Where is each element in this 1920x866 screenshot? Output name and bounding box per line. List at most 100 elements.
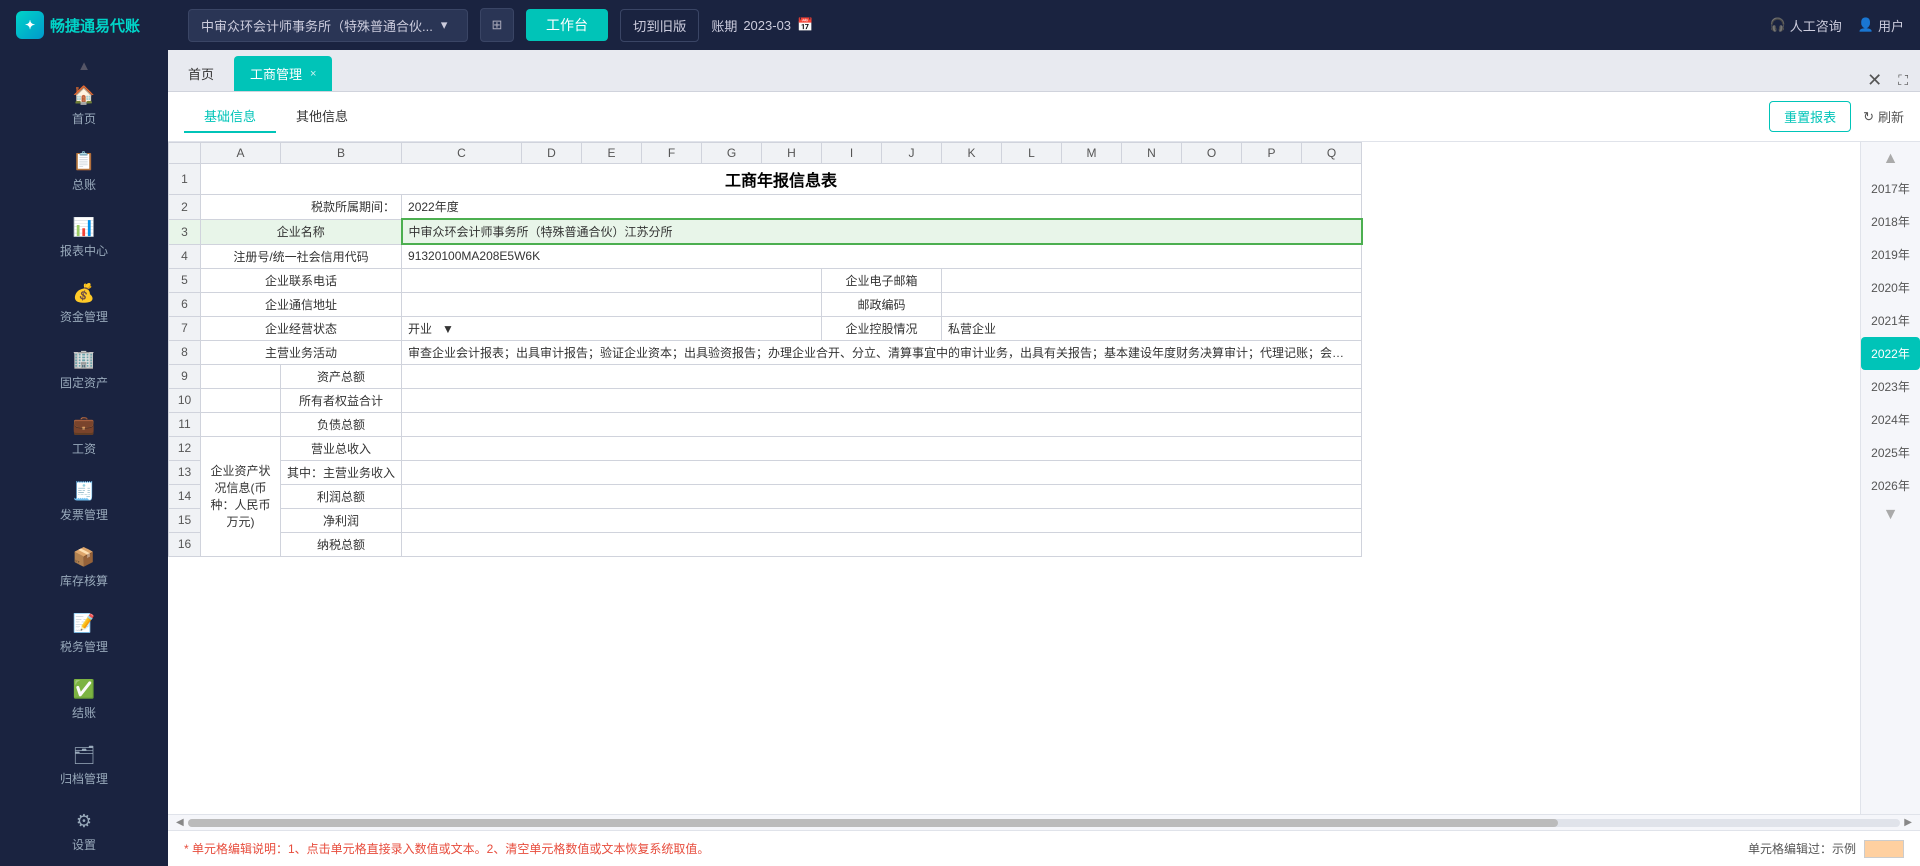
- toolbar: 基础信息 其他信息 重置报表 ↻ 刷新: [168, 92, 1920, 142]
- close-window-icon[interactable]: ✕: [1867, 70, 1882, 91]
- total-revenue-value[interactable]: [402, 436, 1362, 460]
- col-header-b: B: [281, 143, 402, 164]
- year-2025[interactable]: 2025年: [1861, 436, 1920, 469]
- row-num-12: 12: [169, 436, 201, 460]
- company-selector[interactable]: 中审众环会计师事务所（特殊普通合伙... ▾: [188, 9, 468, 42]
- year-2018[interactable]: 2018年: [1861, 205, 1920, 238]
- postal-value[interactable]: [942, 292, 1362, 316]
- owners-equity-value[interactable]: [402, 388, 1362, 412]
- home-icon: 🏠: [73, 85, 95, 106]
- table-row: 12 企业资产状况信息(币种：人民币万元) 营业总收入: [169, 436, 1362, 460]
- tab-other-info[interactable]: 其他信息: [276, 100, 368, 133]
- sidebar-item-invoice[interactable]: 🧾 发票管理: [0, 469, 168, 535]
- sidebar-item-close[interactable]: ✅ 结账: [0, 667, 168, 733]
- year-2026[interactable]: 2026年: [1861, 469, 1920, 502]
- tax-period-value[interactable]: 2022年度: [402, 195, 1362, 220]
- col-header-c: C: [402, 143, 522, 164]
- reset-report-button[interactable]: 重置报表: [1769, 101, 1851, 132]
- workbench-button[interactable]: 工作台: [526, 9, 608, 41]
- table-row: 13 其中：主营业务收入: [169, 460, 1362, 484]
- company-name-value[interactable]: 中审众环会计师事务所（特殊普通合伙）江苏分所: [402, 219, 1362, 244]
- sidebar-item-assets[interactable]: 🏢 固定资产: [0, 337, 168, 403]
- horizontal-scrollbar[interactable]: ◀ ▶: [168, 814, 1920, 830]
- sidebar-item-home[interactable]: 🏠 首页: [0, 73, 168, 139]
- sidebar-item-ledger[interactable]: 📋 总账: [0, 139, 168, 205]
- col-header-e: E: [582, 143, 642, 164]
- sidebar-label-close: 结账: [72, 704, 96, 721]
- tax-period-label: 税款所属期间：: [201, 195, 402, 220]
- sidebar-item-settings[interactable]: ⚙ 设置: [0, 799, 168, 865]
- phone-value[interactable]: [402, 268, 822, 292]
- tab-basic-info[interactable]: 基础信息: [184, 100, 276, 133]
- year-2023[interactable]: 2023年: [1861, 370, 1920, 403]
- sidebar-item-archive[interactable]: 🗂 归档管理: [0, 733, 168, 799]
- row-num-16: 16: [169, 532, 201, 556]
- year-2024[interactable]: 2024年: [1861, 403, 1920, 436]
- assets-icon: 🏢: [73, 349, 95, 370]
- sidebar-item-reports[interactable]: 📊 报表中心: [0, 205, 168, 271]
- scroll-left-arrow[interactable]: ◀: [172, 817, 188, 828]
- period-info: 账期 2023-03 📅: [711, 16, 813, 35]
- year-2021[interactable]: 2021年: [1861, 304, 1920, 337]
- biz-status-value[interactable]: 开业 ▼: [402, 316, 822, 340]
- year-2017[interactable]: 2017年: [1861, 172, 1920, 205]
- period-value: 2023-03: [743, 18, 791, 33]
- equity-value[interactable]: 私营企业: [942, 316, 1362, 340]
- spreadsheet-wrapper: A B C D E F G H I J K L M: [168, 142, 1920, 814]
- sidebar-scroll-up[interactable]: ▲: [0, 58, 168, 73]
- tab-home[interactable]: 首页: [168, 56, 234, 91]
- year-2019[interactable]: 2019年: [1861, 238, 1920, 271]
- tab-close-button[interactable]: ×: [310, 68, 316, 80]
- sidebar-label-home: 首页: [72, 110, 96, 127]
- window-controls: ✕ ⛶: [1855, 70, 1920, 91]
- sidebar-label-finance: 资金管理: [60, 308, 108, 325]
- sidebar-item-salary[interactable]: 💼 工资: [0, 403, 168, 469]
- refresh-button[interactable]: ↻ 刷新: [1863, 107, 1904, 126]
- liabilities-label: 负债总额: [281, 412, 402, 436]
- total-assets-label: 资产总额: [281, 364, 402, 388]
- sidebar-item-finance[interactable]: 💰 资金管理: [0, 271, 168, 337]
- scroll-thumb[interactable]: [188, 819, 1558, 827]
- equity-label: 企业控股情况: [822, 316, 942, 340]
- liabilities-value[interactable]: [402, 412, 1362, 436]
- content-area: 首页 工商管理 × ✕ ⛶ 基础信息 其他信息 重置报表 ↻ 刷新: [168, 50, 1920, 866]
- spreadsheet-container[interactable]: A B C D E F G H I J K L M: [168, 142, 1860, 814]
- table-row: 7 企业经营状态 开业 ▼ 企业控股情况 私营企业: [169, 316, 1362, 340]
- table-row: 8 主营业务活动 审查企业会计报表；出具审计报告；验证企业资本；出具验资报告；办…: [169, 340, 1362, 364]
- table-row: 16 纳税总额: [169, 532, 1362, 556]
- salary-icon: 💼: [73, 415, 95, 436]
- net-profit-value[interactable]: [402, 508, 1362, 532]
- tab-bar: 首页 工商管理 × ✕ ⛶: [168, 50, 1920, 92]
- main-revenue-value[interactable]: [402, 460, 1362, 484]
- human-consult[interactable]: 🎧 人工咨询: [1770, 16, 1842, 35]
- total-assets-value[interactable]: [402, 364, 1362, 388]
- user-avatar[interactable]: 👤 用户: [1858, 16, 1904, 35]
- tax-icon: 📝: [73, 613, 95, 634]
- tab-active[interactable]: 工商管理 ×: [234, 56, 332, 91]
- total-profit-value[interactable]: [402, 484, 1362, 508]
- sidebar-label-inventory: 库存核算: [60, 572, 108, 589]
- row-num-2: 2: [169, 195, 201, 220]
- scroll-right-arrow[interactable]: ▶: [1900, 817, 1916, 828]
- reg-code-value[interactable]: 91320100MA208E5W6K: [402, 244, 1362, 268]
- year-2020[interactable]: 2020年: [1861, 271, 1920, 304]
- year-sidebar: ▲ 2017年 2018年 2019年 2020年 2021年 2022年 20…: [1860, 142, 1920, 814]
- address-label: 企业通信地址: [201, 292, 402, 316]
- email-value[interactable]: [942, 268, 1362, 292]
- sidebar-item-inventory[interactable]: 📦 库存核算: [0, 535, 168, 601]
- sidebar-label-settings: 设置: [72, 836, 96, 853]
- biz-activity-value[interactable]: 审查企业会计报表；出具审计报告；验证企业资本；出具验资报告；办理企业合开、分立、…: [402, 340, 1362, 364]
- switch-old-button[interactable]: 切到旧版: [620, 9, 699, 42]
- year-nav-up[interactable]: ▲: [1879, 146, 1903, 172]
- expand-window-icon[interactable]: ⛶: [1898, 72, 1908, 89]
- sidebar-item-tax[interactable]: 📝 税务管理: [0, 601, 168, 667]
- calendar-icon[interactable]: 📅: [797, 17, 813, 33]
- sidebar-label-invoice: 发票管理: [60, 506, 108, 523]
- total-tax-value[interactable]: [402, 532, 1362, 556]
- address-value[interactable]: [402, 292, 822, 316]
- scroll-track[interactable]: [188, 819, 1901, 827]
- year-2022[interactable]: 2022年: [1861, 337, 1920, 370]
- period-label: 账期: [711, 16, 737, 35]
- year-nav-down[interactable]: ▼: [1879, 502, 1903, 528]
- company-icon-button[interactable]: ⊞: [480, 8, 514, 42]
